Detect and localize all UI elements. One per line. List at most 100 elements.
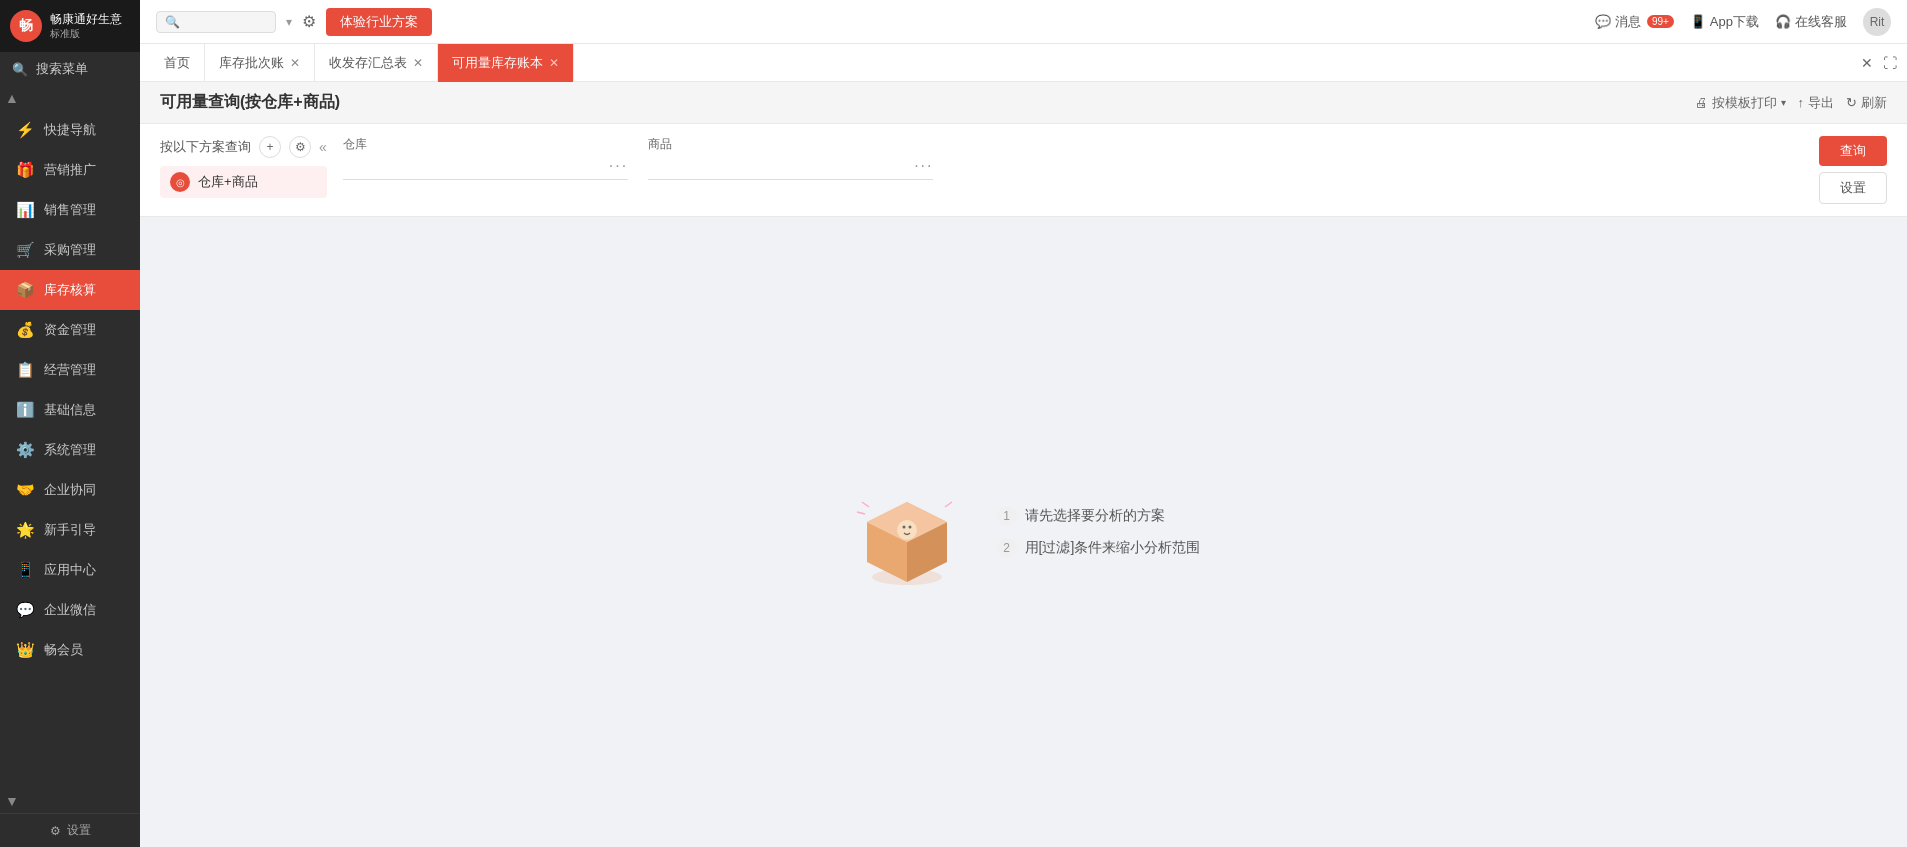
close-all-tabs-button[interactable]: ✕ [1861,55,1873,71]
tab-collect-summary[interactable]: 收发存汇总表 ✕ [315,44,438,82]
svg-point-6 [902,526,905,529]
tab-close-batch-account[interactable]: ✕ [290,56,300,70]
member-icon: 👑 [16,641,34,659]
sidebar-item-system[interactable]: ⚙️ 系统管理 [0,430,140,470]
enterprise-icon: 🤝 [16,481,34,499]
sidebar-item-operations[interactable]: 📋 经营管理 [0,350,140,390]
tab-close-available-ledger[interactable]: ✕ [549,56,559,70]
page-content: 可用量查询(按仓库+商品) 🖨 按模板打印 ▾ ↑ 导出 ↻ 刷新 [140,82,1907,847]
online-service-button[interactable]: 🎧 在线客服 [1775,13,1847,31]
filter-area: 按以下方案查询 + ⚙ « ◎ 仓库+商品 仓库 ··· [140,124,1907,217]
main-content: 🔍 ▾ ⚙ 体验行业方案 💬 消息 99+ 📱 App下载 🎧 在线客服 Rit [140,0,1907,847]
product-more-button[interactable]: ··· [914,157,933,175]
export-icon: ↑ [1798,95,1805,110]
sidebar-item-app-center[interactable]: 📱 应用中心 [0,550,140,590]
trial-button[interactable]: 体验行业方案 [326,8,432,36]
search-menu-item[interactable]: 🔍 搜索菜单 [0,52,140,86]
filter-scheme-item[interactable]: ◎ 仓库+商品 [160,166,327,198]
filter-actions: 查询 设置 [1819,136,1887,204]
expand-tab-button[interactable]: ⛶ [1883,55,1897,71]
empty-hints: 1 请先选择要分析的方案 2 用[过滤]条件来缩小分析范围 [997,506,1201,558]
finance-icon: 💰 [16,321,34,339]
sidebar-item-basics[interactable]: ℹ️ 基础信息 [0,390,140,430]
warehouse-more-button[interactable]: ··· [609,157,628,175]
settings-button[interactable]: 设置 [1819,172,1887,204]
app-download-button[interactable]: 📱 App下载 [1690,13,1759,31]
warehouse-field: 仓库 ··· [343,136,628,180]
filter-label-row: 按以下方案查询 + ⚙ « [160,136,327,158]
print-button[interactable]: 🖨 按模板打印 ▾ [1695,94,1786,112]
wechat-icon: 💬 [16,601,34,619]
settings-scheme-button[interactable]: ⚙ [289,136,311,158]
message-icon: 💬 [1595,14,1611,29]
sidebar-scroll-down[interactable]: ▼ [0,789,24,813]
filter-left: 按以下方案查询 + ⚙ « ◎ 仓库+商品 [160,136,327,198]
svg-point-5 [897,520,917,540]
export-button[interactable]: ↑ 导出 [1798,94,1835,112]
sidebar-item-purchase[interactable]: 🛒 采购管理 [0,230,140,270]
sidebar-item-enterprise[interactable]: 🤝 企业协同 [0,470,140,510]
gear-icon[interactable]: ⚙ [302,12,316,31]
sidebar-scroll-up[interactable]: ▲ [0,86,24,110]
system-icon: ⚙️ [16,441,34,459]
search-input[interactable] [184,15,254,29]
page-title: 可用量查询(按仓库+商品) [160,92,340,113]
svg-line-10 [945,502,952,507]
dropdown-chevron-icon[interactable]: ▾ [286,15,292,29]
sidebar-item-inventory[interactable]: 📦 库存核算 [0,270,140,310]
sidebar-bottom[interactable]: ⚙ 设置 [0,813,140,847]
basics-icon: ℹ️ [16,401,34,419]
print-icon: 🖨 [1695,95,1708,110]
topbar-search-box[interactable]: 🔍 [156,11,276,33]
brand-header: 畅 畅康通好生意 标准版 [0,0,140,52]
tab-close-collect-summary[interactable]: ✕ [413,56,423,70]
sidebar-item-marketing[interactable]: 🎁 营销推广 [0,150,140,190]
settings-icon: ⚙ [50,824,61,838]
brand-icon: 畅 [10,10,42,42]
refresh-icon: ↻ [1846,95,1857,110]
sidebar-item-member[interactable]: 👑 畅会员 [0,630,140,670]
sidebar-nav: ⚡ 快捷导航 🎁 营销推广 📊 销售管理 🛒 采购管理 📦 库存核算 💰 资金管… [0,110,140,789]
filter-label: 按以下方案查询 [160,138,251,156]
tab-home[interactable]: 首页 [150,44,205,82]
service-icon: 🎧 [1775,14,1791,29]
tab-available-ledger[interactable]: 可用量库存账本 ✕ [438,44,574,82]
svg-line-8 [862,502,869,507]
print-dropdown-icon[interactable]: ▾ [1781,97,1786,108]
sidebar-item-newbie[interactable]: 🌟 新手引导 [0,510,140,550]
add-scheme-button[interactable]: + [259,136,281,158]
operations-icon: 📋 [16,361,34,379]
app-center-icon: 📱 [16,561,34,579]
svg-line-9 [857,512,865,514]
sidebar-item-finance[interactable]: 💰 资金管理 [0,310,140,350]
sidebar: 畅 畅康通好生意 标准版 🔍 搜索菜单 ▲ ⚡ 快捷导航 🎁 营销推广 📊 销售… [0,0,140,847]
topbar-right: 💬 消息 99+ 📱 App下载 🎧 在线客服 Rit [1595,8,1891,36]
topbar: 🔍 ▾ ⚙ 体验行业方案 💬 消息 99+ 📱 App下载 🎧 在线客服 Rit [140,0,1907,44]
user-menu[interactable]: Rit [1863,8,1891,36]
brand-text: 畅康通好生意 标准版 [50,11,122,42]
refresh-button[interactable]: ↻ 刷新 [1846,94,1887,112]
quick-nav-icon: ⚡ [16,121,34,139]
search-icon: 🔍 [165,15,180,29]
svg-point-7 [908,526,911,529]
scheme-icon: ◎ [170,172,190,192]
tab-batch-account[interactable]: 库存批次账 ✕ [205,44,315,82]
collapse-filter-button[interactable]: « [319,139,327,155]
message-button[interactable]: 💬 消息 99+ [1595,13,1674,31]
query-button[interactable]: 查询 [1819,136,1887,166]
page-header: 可用量查询(按仓库+商品) 🖨 按模板打印 ▾ ↑ 导出 ↻ 刷新 [140,82,1907,124]
empty-hint-2: 2 用[过滤]条件来缩小分析范围 [997,538,1201,558]
product-input[interactable] [648,159,908,174]
warehouse-input[interactable] [343,159,603,174]
product-field: 商品 ··· [648,136,933,180]
page-header-actions: 🖨 按模板打印 ▾ ↑ 导出 ↻ 刷新 [1695,94,1888,112]
sidebar-item-wechat[interactable]: 💬 企业微信 [0,590,140,630]
sidebar-item-quick-nav[interactable]: ⚡ 快捷导航 [0,110,140,150]
filter-fields: 仓库 ··· 商品 ··· [343,136,1803,180]
tabs-bar: 首页 库存批次账 ✕ 收发存汇总表 ✕ 可用量库存账本 ✕ ✕ ⛶ [140,44,1907,82]
sidebar-item-sales[interactable]: 📊 销售管理 [0,190,140,230]
inventory-icon: 📦 [16,281,34,299]
search-icon: 🔍 [12,62,28,77]
newbie-icon: 🌟 [16,521,34,539]
product-input-row: ··· [648,157,933,180]
